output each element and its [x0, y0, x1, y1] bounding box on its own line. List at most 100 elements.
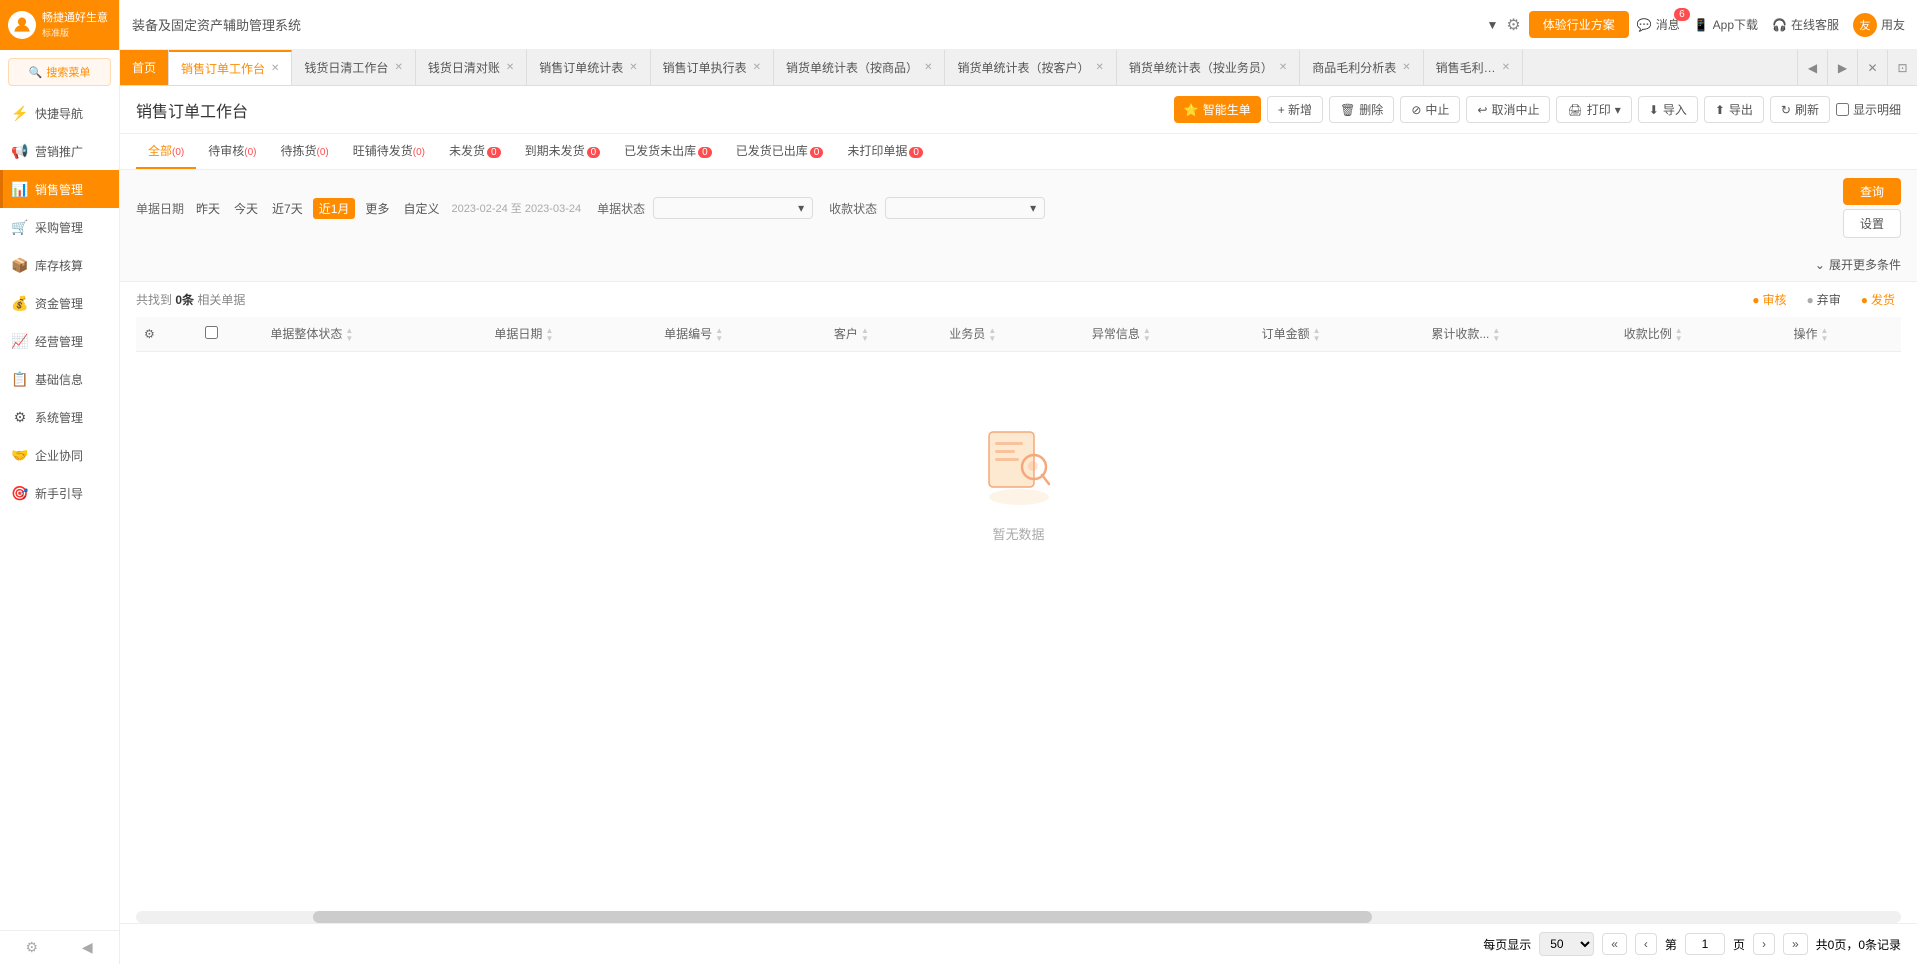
stop-button[interactable]: ⊘ 中止 — [1400, 96, 1460, 123]
user-group[interactable]: 友 用友 — [1853, 13, 1905, 37]
sidebar-item-system[interactable]: ⚙ 系统管理 — [0, 398, 119, 436]
settings-icon[interactable]: ⚙ — [144, 327, 155, 341]
date-opt-7days[interactable]: 近7天 — [268, 198, 307, 219]
tab-close-icon[interactable]: ✕ — [394, 62, 402, 73]
tab-cash-daily[interactable]: 钱货日清工作台 ✕ — [292, 50, 415, 86]
cancel-stop-button[interactable]: ↩ 取消中止 — [1466, 96, 1550, 123]
search-menu-button[interactable]: 🔍 搜索菜单 — [8, 58, 111, 86]
tab-close-icon[interactable]: ✕ — [1502, 62, 1510, 73]
date-opt-custom[interactable]: 自定义 — [399, 198, 443, 219]
delete-button[interactable]: 🗑 删除 — [1329, 96, 1394, 123]
tab-close-all-button[interactable]: ✕ — [1857, 50, 1887, 86]
empty-text: 暂无数据 — [992, 524, 1044, 543]
subtab-all[interactable]: 全部(0) — [136, 134, 196, 169]
sidebar-item-basic[interactable]: 📋 基础信息 — [0, 360, 119, 398]
sidebar-item-operation[interactable]: 📈 经营管理 — [0, 322, 119, 360]
tab-sales-stat-staff[interactable]: 销货单统计表（按业务员）✕ — [1117, 50, 1300, 86]
subtab-badge: (0) — [244, 147, 256, 158]
sidebar-item-guide[interactable]: 🎯 新手引导 — [0, 474, 119, 512]
tab-close-icon[interactable]: ✕ — [924, 62, 932, 73]
subtab-pending-inspect[interactable]: 待拣货(0) — [269, 134, 341, 169]
tab-next-button[interactable]: ▶ — [1827, 50, 1857, 86]
refresh-button[interactable]: ↻ 刷新 — [1770, 96, 1830, 123]
date-opt-today[interactable]: 今天 — [230, 198, 262, 219]
tab-sales-stat-customer[interactable]: 销货单统计表（按客户）✕ — [945, 50, 1116, 86]
date-opt-1month[interactable]: 近1月 — [313, 198, 356, 219]
sidebar-collapse-icon[interactable]: ◀ — [64, 939, 112, 956]
subtab-overdue-ship[interactable]: 到期未发货0 — [513, 134, 613, 169]
subtab-shipped-not-out[interactable]: 已发货未出库0 — [612, 134, 724, 169]
tab-close-icon[interactable]: ✕ — [753, 62, 761, 73]
first-page-button[interactable]: « — [1602, 933, 1627, 955]
tab-close-icon[interactable]: ✕ — [1095, 62, 1103, 73]
tab-close-icon[interactable]: ✕ — [1279, 62, 1287, 73]
last-page-button[interactable]: » — [1783, 933, 1808, 955]
title-dropdown[interactable]: ▼ — [1486, 18, 1498, 32]
tab-sales-stat-goods[interactable]: 销货单统计表（按商品）✕ — [774, 50, 945, 86]
expand-filter-button[interactable]: ⌄ 展开更多条件 — [1815, 256, 1901, 273]
payment-filter-select[interactable]: ▾ — [885, 197, 1045, 219]
sidebar-item-marketing[interactable]: 📢 营销推广 — [0, 132, 119, 170]
tab-close-icon[interactable]: ✕ — [271, 63, 279, 74]
message-group[interactable]: 💬 6 消息 — [1637, 16, 1680, 33]
sidebar-settings-icon[interactable]: ⚙ — [8, 939, 56, 956]
app-download-group[interactable]: 📱 App下载 — [1694, 16, 1758, 33]
tab-close-icon[interactable]: ✕ — [1402, 62, 1410, 73]
chevron-down-icon: ⌄ — [1815, 258, 1825, 272]
date-opt-more[interactable]: 更多 — [361, 198, 393, 219]
show-detail-checkbox[interactable] — [1836, 103, 1849, 116]
sidebar-nav: ⚡ 快捷导航 📢 营销推广 📊 销售管理 🛒 采购管理 📦 库存核算 💰 资金管… — [0, 94, 119, 512]
print-button[interactable]: 🖨 打印 ▾ — [1556, 96, 1631, 123]
date-opt-yesterday[interactable]: 昨天 — [192, 198, 224, 219]
topbar-settings-icon[interactable]: ⚙ — [1506, 15, 1520, 35]
sidebar-item-label: 基础信息 — [35, 371, 83, 388]
chevron-down-icon: ▼ — [1486, 18, 1498, 32]
filter-setting-button[interactable]: 设置 — [1843, 209, 1901, 238]
tab-maximize-button[interactable]: ⊡ — [1887, 50, 1917, 86]
review-button[interactable]: ● 审核 — [1746, 288, 1792, 311]
experience-button[interactable]: 体验行业方案 — [1529, 11, 1629, 38]
print-icon: 🖨 — [1567, 103, 1582, 117]
ship-button[interactable]: ● 发货 — [1855, 288, 1901, 311]
tab-prev-button[interactable]: ◀ — [1797, 50, 1827, 86]
tab-sales-profit[interactable]: 销售毛利…✕ — [1424, 50, 1523, 86]
sidebar-item-inventory[interactable]: 📦 库存核算 — [0, 246, 119, 284]
prev-page-button[interactable]: ‹ — [1635, 933, 1657, 955]
tab-cash-reconcile[interactable]: 钱货日清对账✕ — [416, 50, 527, 86]
sidebar-item-purchase[interactable]: 🛒 采购管理 — [0, 208, 119, 246]
tab-home[interactable]: 首页 — [120, 50, 169, 86]
horizontal-scrollbar[interactable] — [136, 911, 1901, 923]
select-all-checkbox[interactable] — [205, 326, 218, 339]
subtab-not-shipped[interactable]: 未发货0 — [437, 134, 513, 169]
subtab-not-printed[interactable]: 未打印单据0 — [835, 134, 935, 169]
sidebar-item-enterprise[interactable]: 🤝 企业协同 — [0, 436, 119, 474]
subtab-shipped-out[interactable]: 已发货已出库0 — [724, 134, 836, 169]
subtab-wangpu-pending[interactable]: 旺铺待发货(0) — [341, 134, 437, 169]
sidebar-item-finance[interactable]: 💰 资金管理 — [0, 284, 119, 322]
per-page-select[interactable]: 102050100 — [1539, 932, 1594, 956]
import-button[interactable]: ⬇ 导入 — [1638, 96, 1698, 123]
tab-label: 钱货日清工作台 — [304, 59, 388, 76]
online-service-label: 在线客服 — [1791, 16, 1839, 33]
tab-gross-profit[interactable]: 商品毛利分析表✕ — [1300, 50, 1423, 86]
search-icon: 🔍 — [29, 66, 43, 79]
tab-sales-stats[interactable]: 销售订单统计表✕ — [527, 50, 650, 86]
page-input[interactable] — [1685, 933, 1725, 955]
add-button[interactable]: + 新增 — [1267, 96, 1323, 123]
search-menu-label: 搜索菜单 — [46, 64, 90, 80]
status-filter-select[interactable]: ▾ — [653, 197, 813, 219]
tab-sales-workbench[interactable]: 销售订单工作台✕ — [169, 50, 292, 86]
logo-icon — [8, 11, 36, 39]
smart-create-button[interactable]: ⭐ 智能生单 — [1174, 96, 1261, 123]
sidebar-item-quick-nav[interactable]: ⚡ 快捷导航 — [0, 94, 119, 132]
online-service-group[interactable]: 🎧 在线客服 — [1772, 16, 1839, 33]
tab-close-icon[interactable]: ✕ — [506, 62, 514, 73]
next-page-button[interactable]: › — [1753, 933, 1775, 955]
subtab-pending-review[interactable]: 待审核(0) — [196, 134, 268, 169]
tab-sales-exec[interactable]: 销售订单执行表✕ — [651, 50, 774, 86]
export-button[interactable]: ⬆ 导出 — [1704, 96, 1764, 123]
cancel-review-button[interactable]: ● 弃审 — [1800, 288, 1846, 311]
query-button[interactable]: 查询 — [1843, 178, 1901, 205]
tab-close-icon[interactable]: ✕ — [629, 62, 637, 73]
sidebar-item-sales[interactable]: 📊 销售管理 — [0, 170, 119, 208]
